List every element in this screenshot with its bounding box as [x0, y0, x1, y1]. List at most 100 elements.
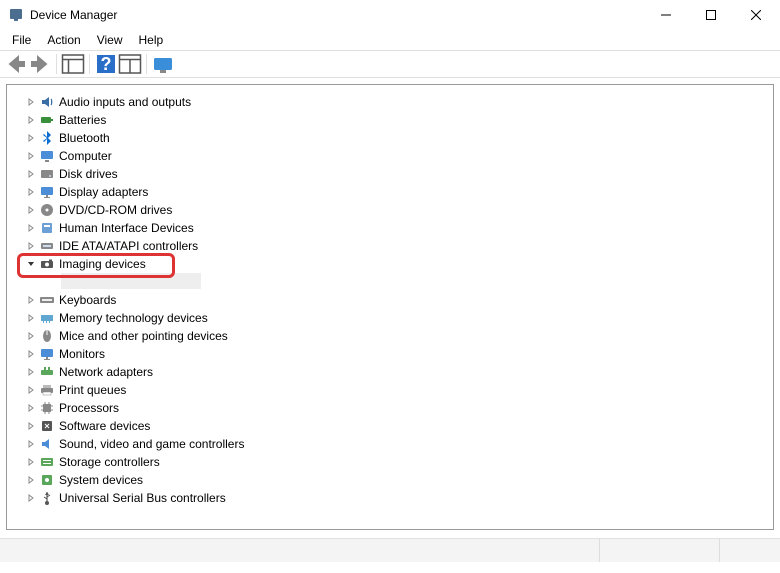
cpu-icon — [38, 400, 56, 416]
tree-node[interactable]: Mice and other pointing devices — [15, 327, 769, 345]
titlebar: Device Manager — [0, 0, 780, 30]
ide-icon — [38, 238, 56, 254]
chevron-right-icon[interactable] — [25, 492, 37, 504]
chevron-right-icon[interactable] — [25, 222, 37, 234]
tree-node-label: Bluetooth — [59, 131, 110, 145]
chevron-right-icon[interactable] — [25, 348, 37, 360]
monitor-icon — [38, 346, 56, 362]
chevron-right-icon[interactable] — [25, 456, 37, 468]
usb-icon — [38, 490, 56, 506]
audio-icon — [38, 94, 56, 110]
print-icon — [38, 382, 56, 398]
tree-node[interactable]: Network adapters — [15, 363, 769, 381]
tree-node-label: Disk drives — [59, 167, 118, 181]
chevron-right-icon[interactable] — [25, 132, 37, 144]
tree-node[interactable]: Print queues — [15, 381, 769, 399]
chevron-right-icon[interactable] — [25, 330, 37, 342]
tree-node[interactable]: Imaging devices — [15, 255, 769, 273]
tree-node[interactable]: IDE ATA/ATAPI controllers — [15, 237, 769, 255]
sound-icon — [38, 436, 56, 452]
tree-node[interactable]: Bluetooth — [15, 129, 769, 147]
chevron-right-icon[interactable] — [25, 438, 37, 450]
tree-node[interactable]: Memory technology devices — [15, 309, 769, 327]
chevron-right-icon[interactable] — [25, 96, 37, 108]
chevron-right-icon[interactable] — [25, 312, 37, 324]
toolbar-separator — [89, 54, 90, 74]
menu-file[interactable]: File — [4, 31, 39, 49]
tree-node-label: Batteries — [59, 113, 106, 127]
menu-view[interactable]: View — [89, 31, 131, 49]
help-button[interactable]: ? — [94, 53, 118, 75]
tree-node-label: Computer — [59, 149, 112, 163]
network-icon — [38, 364, 56, 380]
forward-button[interactable] — [28, 53, 52, 75]
storage-icon — [38, 454, 56, 470]
device-tree[interactable]: Audio inputs and outputs Batteries Bluetoo… — [6, 84, 774, 530]
window-title: Device Manager — [30, 8, 643, 22]
tree-node-label: Display adapters — [59, 185, 148, 199]
tree-node[interactable]: Computer — [15, 147, 769, 165]
tree-node-label: IDE ATA/ATAPI controllers — [59, 239, 198, 253]
chevron-right-icon[interactable] — [25, 240, 37, 252]
tree-node[interactable]: Sound, video and game controllers — [15, 435, 769, 453]
close-button[interactable] — [733, 1, 778, 30]
tree-node-label: Sound, video and game controllers — [59, 437, 244, 451]
tree-node-label: Processors — [59, 401, 119, 415]
tree-node[interactable]: Keyboards — [15, 291, 769, 309]
show-hide-console-tree-button[interactable] — [61, 53, 85, 75]
chevron-right-icon[interactable] — [25, 384, 37, 396]
scan-hardware-button[interactable] — [151, 53, 175, 75]
menu-action[interactable]: Action — [39, 31, 88, 49]
tree-node[interactable]: Processors — [15, 399, 769, 417]
chevron-right-icon[interactable] — [25, 402, 37, 414]
chevron-right-icon[interactable] — [25, 294, 37, 306]
menu-help[interactable]: Help — [131, 31, 172, 49]
tree-node[interactable]: Human Interface Devices — [15, 219, 769, 237]
toolbar-separator — [56, 54, 57, 74]
minimize-button[interactable] — [643, 1, 688, 30]
content-area: Audio inputs and outputs Batteries Bluetoo… — [0, 78, 780, 538]
battery-icon — [38, 112, 56, 128]
tree-node[interactable]: Universal Serial Bus controllers — [15, 489, 769, 507]
toolbar-separator — [146, 54, 147, 74]
computer-icon — [38, 148, 56, 164]
tree-node[interactable]: DVD/CD-ROM drives — [15, 201, 769, 219]
back-button[interactable] — [4, 53, 28, 75]
disk-icon — [38, 166, 56, 182]
properties-button[interactable] — [118, 53, 142, 75]
toolbar: ? — [0, 50, 780, 78]
chevron-right-icon[interactable] — [25, 168, 37, 180]
chevron-right-icon[interactable] — [25, 474, 37, 486]
tree-node-label: Keyboards — [59, 293, 116, 307]
tree-node-label: Human Interface Devices — [59, 221, 194, 235]
chevron-right-icon[interactable] — [25, 420, 37, 432]
chevron-right-icon[interactable] — [25, 204, 37, 216]
tree-node-label: Universal Serial Bus controllers — [59, 491, 226, 505]
chevron-right-icon[interactable] — [25, 114, 37, 126]
tree-node[interactable]: Software devices — [15, 417, 769, 435]
tree-node[interactable]: Display adapters — [15, 183, 769, 201]
software-icon — [38, 418, 56, 434]
dvd-icon — [38, 202, 56, 218]
tree-node-label: Print queues — [59, 383, 126, 397]
svg-text:?: ? — [101, 54, 112, 74]
tree-node-label: Imaging devices — [59, 257, 146, 271]
maximize-button[interactable] — [688, 1, 733, 30]
menubar: File Action View Help — [0, 30, 780, 50]
tree-node[interactable]: Batteries — [15, 111, 769, 129]
tree-node[interactable]: Storage controllers — [15, 453, 769, 471]
tree-node-label: System devices — [59, 473, 143, 487]
tree-node[interactable]: Disk drives — [15, 165, 769, 183]
tree-node-label: Software devices — [59, 419, 150, 433]
tree-node[interactable]: System devices — [15, 471, 769, 489]
tree-node[interactable]: Monitors — [15, 345, 769, 363]
chevron-right-icon[interactable] — [25, 366, 37, 378]
window-controls — [643, 1, 778, 30]
chevron-right-icon[interactable] — [25, 150, 37, 162]
chevron-down-icon[interactable] — [25, 258, 37, 270]
display-icon — [38, 184, 56, 200]
tree-node[interactable]: Audio inputs and outputs — [15, 93, 769, 111]
hid-icon — [38, 220, 56, 236]
chevron-right-icon[interactable] — [25, 186, 37, 198]
tree-node-label: Memory technology devices — [59, 311, 208, 325]
